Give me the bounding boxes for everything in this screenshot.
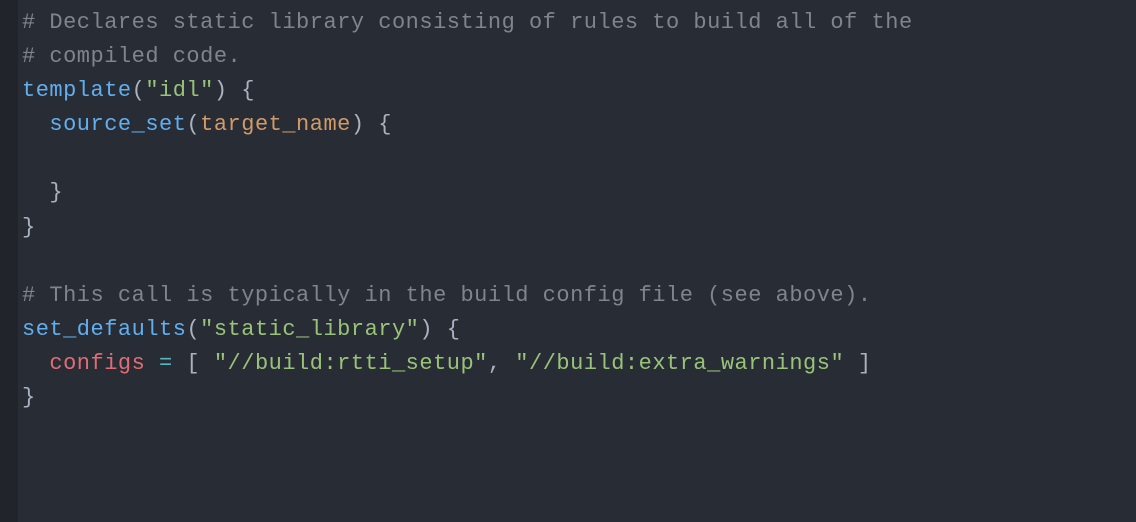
code-token: # compiled code. <box>22 44 241 69</box>
code-token: "idl" <box>145 78 214 103</box>
code-line[interactable]: # Declares static library consisting of … <box>22 6 913 40</box>
code-token: ) { <box>351 112 392 137</box>
code-token: , <box>488 351 515 376</box>
code-line[interactable] <box>22 245 913 279</box>
code-line[interactable]: template("idl") { <box>22 74 913 108</box>
code-token: # Declares static library consisting of … <box>22 10 913 35</box>
code-token: ) { <box>214 78 255 103</box>
code-editor[interactable]: # Declares static library consisting of … <box>18 0 917 522</box>
code-token <box>22 112 49 137</box>
code-token: ( <box>132 78 146 103</box>
code-token: [ <box>173 351 214 376</box>
code-token <box>22 351 49 376</box>
code-token: target_name <box>200 112 351 137</box>
code-token: set_defaults <box>22 317 186 342</box>
code-line[interactable]: } <box>22 211 913 245</box>
code-token: = <box>159 351 173 376</box>
code-line[interactable]: # This call is typically in the build co… <box>22 279 913 313</box>
code-token: ( <box>186 317 200 342</box>
code-token <box>145 351 159 376</box>
code-token: } <box>22 215 36 240</box>
code-token: ] <box>844 351 871 376</box>
code-line[interactable]: } <box>22 381 913 415</box>
editor-gutter <box>0 0 18 522</box>
code-token: } <box>22 385 36 410</box>
code-line[interactable]: configs = [ "//build:rtti_setup", "//bui… <box>22 347 913 381</box>
code-token: source_set <box>49 112 186 137</box>
code-line[interactable]: set_defaults("static_library") { <box>22 313 913 347</box>
code-token: ( <box>186 112 200 137</box>
code-token: template <box>22 78 132 103</box>
code-line[interactable]: source_set(target_name) { <box>22 108 913 142</box>
code-token: configs <box>49 351 145 376</box>
code-token: ) { <box>419 317 460 342</box>
code-token: "static_library" <box>200 317 419 342</box>
code-token: "//build:rtti_setup" <box>214 351 488 376</box>
code-line[interactable]: # compiled code. <box>22 40 913 74</box>
code-token: "//build:extra_warnings" <box>515 351 844 376</box>
code-token: # This call is typically in the build co… <box>22 283 872 308</box>
code-line[interactable]: } <box>22 176 913 210</box>
code-line[interactable] <box>22 142 913 176</box>
code-token: } <box>22 180 63 205</box>
